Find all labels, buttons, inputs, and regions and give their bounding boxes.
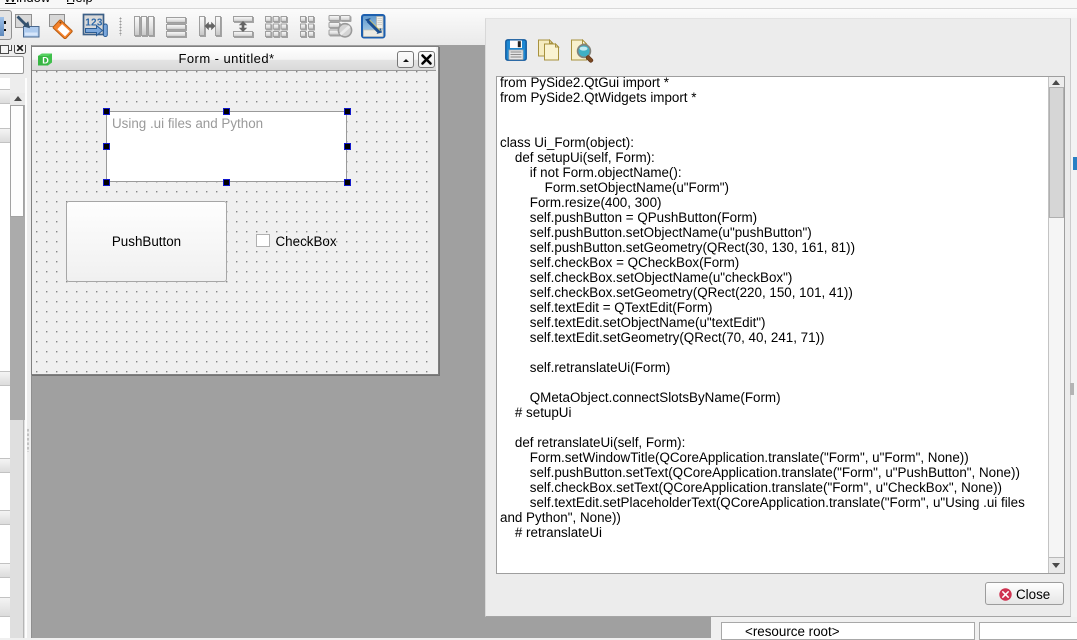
svg-text:123: 123 <box>85 18 103 29</box>
